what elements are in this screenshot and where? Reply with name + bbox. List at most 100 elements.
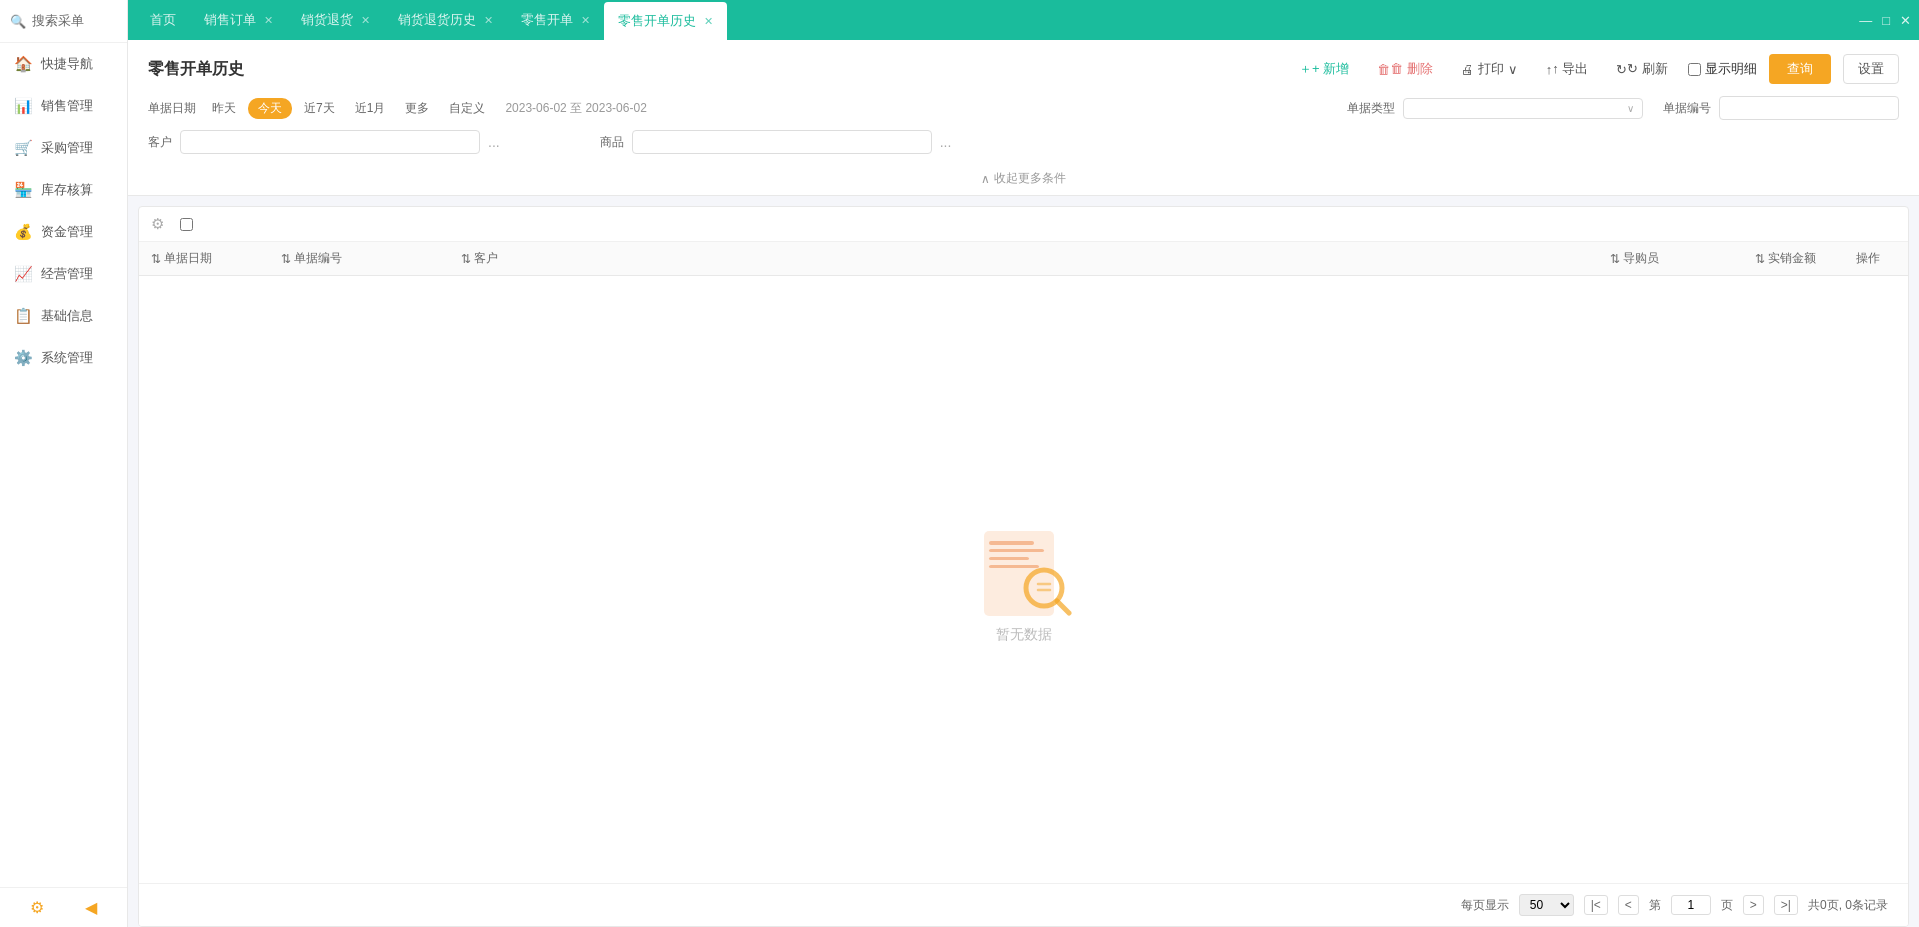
print-dropdown-icon: ∨ (1508, 62, 1518, 77)
tab-retail-open-close[interactable]: ✕ (581, 14, 590, 27)
bill-no-label: 单据编号 (1663, 100, 1711, 117)
query-button[interactable]: 查询 (1769, 54, 1831, 84)
prev-page-button[interactable]: < (1618, 895, 1639, 915)
filter-bill-type: 单据类型 ∨ (1347, 98, 1643, 119)
content-area: 零售开单历史 ＋ + 新增 🗑 🗑 删除 🖨 打印 ∨ (128, 40, 1919, 927)
th-customer-label: 客户 (474, 250, 498, 267)
sidebar-footer: ⚙ ◀ (0, 887, 127, 927)
next-page-button[interactable]: > (1743, 895, 1764, 915)
sidebar-item-quick-nav[interactable]: 🏠 快捷导航 (0, 43, 127, 85)
tab-retail-open[interactable]: 零售开单 ✕ (507, 0, 604, 40)
date-today[interactable]: 今天 (248, 98, 292, 119)
filter-row-2: 客户 ... 商品 ... (148, 130, 1899, 154)
table-body: 暂无数据 (139, 276, 1908, 883)
sidebar-menu: 🏠 快捷导航 📊 销售管理 🛒 采购管理 🏪 库存核算 💰 资金管理 📈 经营管… (0, 43, 127, 887)
date-more[interactable]: 更多 (397, 98, 437, 119)
list-icon: 📋 (14, 307, 33, 325)
product-input[interactable] (632, 130, 932, 154)
tab-sales-return[interactable]: 销货退货 ✕ (287, 0, 384, 40)
window-controls: — □ ✕ (1859, 13, 1911, 28)
collapse-up-icon: ∧ (981, 172, 990, 186)
print-icon: 🖨 (1461, 62, 1474, 77)
refresh-button[interactable]: ↻ ↻ 刷新 (1608, 56, 1676, 82)
sidebar-item-label: 库存核算 (41, 181, 93, 199)
page-header: 零售开单历史 ＋ + 新增 🗑 🗑 删除 🖨 打印 ∨ (128, 40, 1919, 196)
sidebar-item-sys-mgmt[interactable]: ⚙️ 系统管理 (0, 337, 127, 379)
bill-type-select[interactable]: ∨ (1403, 98, 1643, 119)
sidebar-item-operations[interactable]: 📈 经营管理 (0, 253, 127, 295)
page-number-input[interactable] (1671, 895, 1711, 915)
sidebar-collapse-button[interactable]: ◀ (85, 898, 97, 917)
minimize-button[interactable]: — (1859, 13, 1872, 28)
sidebar-item-sales-mgmt[interactable]: 📊 销售管理 (0, 85, 127, 127)
maximize-button[interactable]: □ (1882, 13, 1890, 28)
bill-type-label: 单据类型 (1347, 100, 1395, 117)
sidebar-item-finance[interactable]: 💰 资金管理 (0, 211, 127, 253)
first-page-button[interactable]: |< (1584, 895, 1608, 915)
collapse-filter-bar[interactable]: ∧ 收起更多条件 (148, 164, 1899, 195)
last-page-button[interactable]: >| (1774, 895, 1798, 915)
bill-no-input[interactable] (1719, 96, 1899, 120)
tab-retail-open-history-label: 零售开单历史 (618, 12, 696, 30)
tab-sales-order-label: 销售订单 (204, 11, 256, 29)
filter-date: 单据日期 昨天 今天 近7天 近1月 更多 自定义 2023-06-02 至 2… (148, 98, 647, 119)
sidebar-item-label: 基础信息 (41, 307, 93, 325)
sidebar-item-inventory[interactable]: 🏪 库存核算 (0, 169, 127, 211)
sidebar-item-basic-info[interactable]: 📋 基础信息 (0, 295, 127, 337)
settings-button[interactable]: 设置 (1843, 54, 1899, 84)
bill-type-dropdown-icon: ∨ (1627, 103, 1634, 114)
toolbar: ＋ + 新增 🗑 🗑 删除 🖨 打印 ∨ ↑ ↑ 导出 (1291, 54, 1899, 84)
th-amount[interactable]: ⇅ 实销金额 (1698, 242, 1828, 275)
th-customer[interactable]: ⇅ 客户 (449, 242, 1598, 275)
th-billno-label: 单据编号 (294, 250, 342, 267)
money-icon: 💰 (14, 223, 33, 241)
sidebar-settings-button[interactable]: ⚙ (30, 898, 44, 917)
tab-home[interactable]: 首页 (136, 0, 190, 40)
tab-bar: 首页 销售订单 ✕ 销货退货 ✕ 销货退货历史 ✕ 零售开单 ✕ 零售开单历史 … (128, 0, 1919, 40)
sidebar-item-label: 经营管理 (41, 265, 93, 283)
th-salesperson[interactable]: ⇅ 导购员 (1598, 242, 1698, 275)
date-last7[interactable]: 近7天 (296, 98, 343, 119)
tab-sales-return-history-close[interactable]: ✕ (484, 14, 493, 27)
tab-sales-return-history-label: 销货退货历史 (398, 11, 476, 29)
tab-sales-return-history[interactable]: 销货退货历史 ✕ (384, 0, 507, 40)
page-summary: 共0页, 0条记录 (1808, 897, 1888, 914)
th-billno[interactable]: ⇅ 单据编号 (269, 242, 449, 275)
tab-sales-return-close[interactable]: ✕ (361, 14, 370, 27)
date-custom[interactable]: 自定义 (441, 98, 493, 119)
tab-retail-open-history[interactable]: 零售开单历史 ✕ (604, 2, 727, 40)
delete-button[interactable]: 🗑 🗑 删除 (1369, 56, 1441, 82)
sidebar-item-label: 系统管理 (41, 349, 93, 367)
filter-product: 商品 ... (600, 130, 952, 154)
add-button[interactable]: ＋ + 新增 (1291, 56, 1357, 82)
display-detail-toggle[interactable]: 显示明细 (1688, 60, 1757, 78)
page-title: 零售开单历史 (148, 59, 244, 80)
empty-text: 暂无数据 (996, 626, 1052, 644)
table-settings-icon[interactable]: ⚙ (151, 215, 164, 233)
export-button[interactable]: ↑ ↑ 导出 (1538, 56, 1597, 82)
page-size-select[interactable]: 50 10 20 100 (1519, 894, 1574, 916)
sidebar-search[interactable]: 🔍 搜索采单 (0, 0, 127, 43)
product-more-icon[interactable]: ... (940, 134, 952, 150)
th-date-label: 单据日期 (164, 250, 212, 267)
svg-rect-2 (989, 549, 1044, 552)
select-all-checkbox[interactable] (180, 218, 193, 231)
tab-sales-order[interactable]: 销售订单 ✕ (190, 0, 287, 40)
main-area: 首页 销售订单 ✕ 销货退货 ✕ 销货退货历史 ✕ 零售开单 ✕ 零售开单历史 … (128, 0, 1919, 927)
print-button[interactable]: 🖨 打印 ∨ (1453, 56, 1526, 82)
home-icon: 🏠 (14, 55, 33, 73)
date-last-month[interactable]: 近1月 (347, 98, 394, 119)
per-page-label: 每页显示 (1461, 897, 1509, 914)
page-label: 页 (1721, 897, 1733, 914)
customer-input[interactable] (180, 130, 480, 154)
empty-illustration (964, 516, 1084, 626)
svg-rect-4 (989, 565, 1039, 568)
tab-retail-open-history-close[interactable]: ✕ (704, 15, 713, 28)
display-detail-checkbox[interactable] (1688, 63, 1701, 76)
customer-more-icon[interactable]: ... (488, 134, 500, 150)
date-yesterday[interactable]: 昨天 (204, 98, 244, 119)
sidebar-item-purchase-mgmt[interactable]: 🛒 采购管理 (0, 127, 127, 169)
tab-sales-order-close[interactable]: ✕ (264, 14, 273, 27)
close-button[interactable]: ✕ (1900, 13, 1911, 28)
th-date[interactable]: ⇅ 单据日期 (139, 242, 269, 275)
